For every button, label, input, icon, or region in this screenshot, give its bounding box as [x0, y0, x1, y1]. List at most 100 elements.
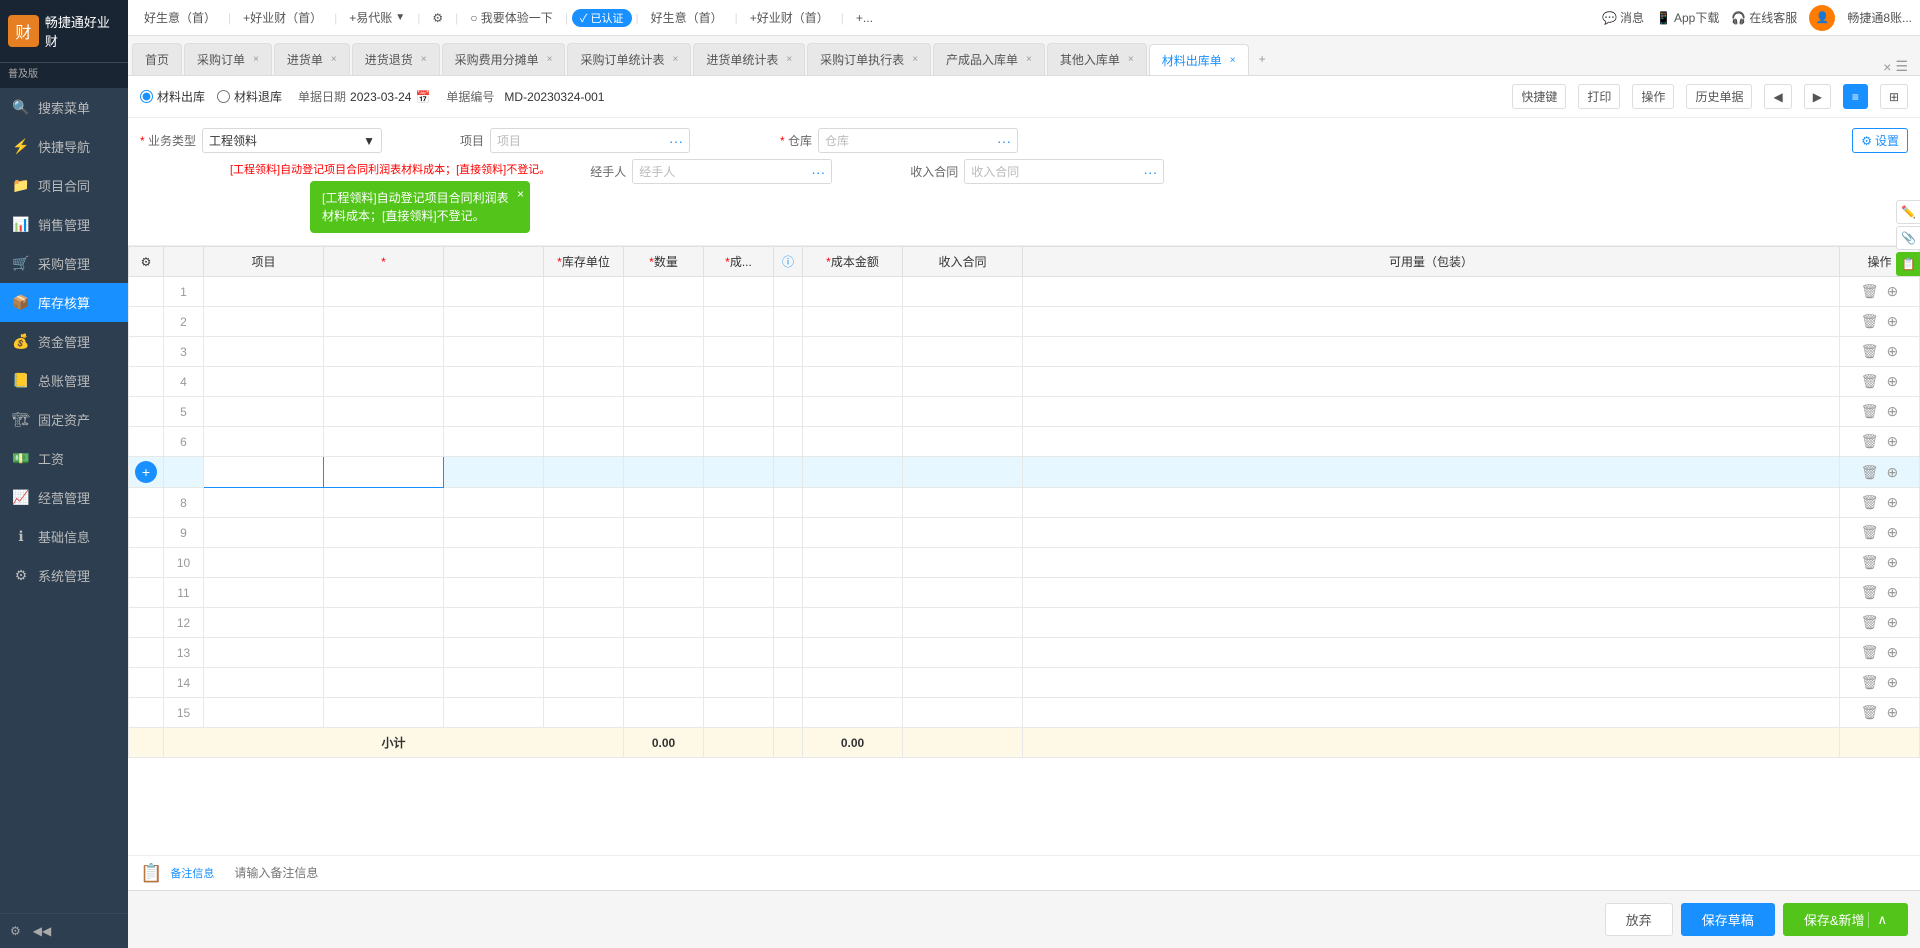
sidebar-item-inventory[interactable]: 📦 库存核算	[0, 283, 128, 322]
right-tool-green[interactable]: 📋	[1896, 252, 1920, 276]
tab-other-in[interactable]: 其他入库单 ×	[1047, 43, 1147, 75]
view2-btn[interactable]: ⊞	[1880, 84, 1908, 109]
delete-row-btn[interactable]: 🗑	[1857, 672, 1883, 693]
delete-row-btn[interactable]: 🗑	[1857, 431, 1883, 452]
sidebar-item-fixed-assets[interactable]: 🏗 固定资产	[0, 400, 128, 439]
sidebar-item-project-contract[interactable]: 📁 项目合同	[0, 166, 128, 205]
tab-close-all[interactable]: ×	[1883, 59, 1891, 75]
handler-dots-btn[interactable]: ···	[811, 164, 825, 180]
tab-menu[interactable]: ☰	[1895, 58, 1908, 75]
copy-row-btn[interactable]: ⊕	[1883, 311, 1903, 332]
nav-haoyecai2[interactable]: +好业财（首）	[742, 0, 837, 36]
right-tool-clip[interactable]: 📎	[1896, 226, 1920, 250]
delete-row-btn[interactable]: 🗑	[1857, 371, 1883, 392]
copy-row-btn[interactable]: ⊕	[1883, 371, 1903, 392]
business-type-select[interactable]: 工程领料 ▼	[202, 128, 382, 153]
project-input[interactable]: 项目 ···	[490, 128, 690, 153]
tab-material-out-close[interactable]: ×	[1230, 55, 1236, 66]
nav-yidaizhang[interactable]: +易代账 ▼	[341, 0, 413, 36]
copy-row-btn[interactable]: ⊕	[1883, 582, 1903, 603]
warehouse-dots-btn[interactable]: ···	[997, 133, 1011, 149]
nav-more[interactable]: +...	[848, 0, 881, 36]
delete-row-btn[interactable]: 🗑	[1857, 281, 1883, 302]
user-name[interactable]: 畅捷通8账...	[1847, 9, 1912, 26]
quick-key-btn[interactable]: 快捷键	[1512, 84, 1566, 109]
sidebar-item-finance[interactable]: 💰 资金管理	[0, 322, 128, 361]
tab-add-btn[interactable]: +	[1251, 43, 1274, 75]
sidebar-item-purchase[interactable]: 🛒 采购管理	[0, 244, 128, 283]
delete-row-btn[interactable]: 🗑	[1857, 522, 1883, 543]
app-download-btn[interactable]: 📱 App下载	[1656, 9, 1719, 26]
sidebar-item-accounting[interactable]: 📒 总账管理	[0, 361, 128, 400]
history-btn[interactable]: 历史单据	[1686, 84, 1752, 109]
copy-row-btn[interactable]: ⊕	[1883, 672, 1903, 693]
tab-purchase-expense[interactable]: 采购费用分摊单 ×	[442, 43, 566, 75]
sidebar-item-sales[interactable]: 📊 销售管理	[0, 205, 128, 244]
discard-btn[interactable]: 放弃	[1605, 903, 1673, 936]
sidebar-settings-icon[interactable]: ⚙	[10, 924, 21, 938]
view1-btn[interactable]: ≡	[1843, 84, 1868, 109]
tab-material-out[interactable]: 材料出库单 ×	[1149, 44, 1249, 76]
delete-row-btn[interactable]: 🗑	[1857, 612, 1883, 633]
tab-purchase-return[interactable]: 进货退货 ×	[352, 43, 440, 75]
prev-btn[interactable]: ◀	[1764, 84, 1791, 109]
right-tool-edit[interactable]: ✏️	[1896, 200, 1920, 224]
add-row-btn[interactable]: +	[135, 461, 157, 483]
sidebar-item-basic-info[interactable]: ℹ 基础信息	[0, 517, 128, 556]
nav-haoshengyi2[interactable]: 好生意（首）	[643, 0, 731, 36]
copy-row-btn[interactable]: ⊕	[1883, 702, 1903, 723]
sidebar-collapse-icon[interactable]: ◀◀	[33, 924, 51, 938]
col-header-settings[interactable]: ⚙	[129, 247, 164, 277]
notes-input[interactable]	[230, 862, 1908, 884]
copy-row-btn[interactable]: ⊕	[1883, 492, 1903, 513]
tab-in-stats[interactable]: 进货单统计表 ×	[693, 43, 805, 75]
nav-haoshengyi[interactable]: 好生意（首）	[136, 0, 224, 36]
tab-purchase-order[interactable]: 采购订单 ×	[184, 43, 272, 75]
sidebar-item-payroll[interactable]: 💵 工资	[0, 439, 128, 478]
tab-purchase-exec[interactable]: 采购订单执行表 ×	[807, 43, 931, 75]
delete-row-btn[interactable]: 🗑	[1857, 582, 1883, 603]
delete-row-btn[interactable]: 🗑	[1857, 642, 1883, 663]
copy-row-btn[interactable]: ⊕	[1883, 281, 1903, 302]
sidebar-item-system[interactable]: ⚙ 系统管理	[0, 556, 128, 595]
save-draft-btn[interactable]: 保存草稿	[1681, 903, 1775, 936]
copy-row-btn[interactable]: ⊕	[1883, 642, 1903, 663]
date-value[interactable]: 2023-03-24	[350, 90, 411, 104]
income-contract-input[interactable]: 收入合同 ···	[964, 159, 1164, 184]
delete-row-btn[interactable]: 🗑	[1857, 462, 1883, 483]
operation-btn[interactable]: 操作	[1632, 84, 1674, 109]
handler-input[interactable]: 经手人 ···	[632, 159, 832, 184]
copy-row-btn[interactable]: ⊕	[1883, 522, 1903, 543]
print-btn[interactable]: 打印	[1578, 84, 1620, 109]
delete-row-btn[interactable]: 🗑	[1857, 552, 1883, 573]
sidebar-item-quick-nav[interactable]: ⚡ 快捷导航	[0, 127, 128, 166]
tab-finished-goods[interactable]: 产成品入库单 ×	[933, 43, 1045, 75]
radio-material-out[interactable]: 材料出库	[140, 88, 205, 105]
copy-row-btn[interactable]: ⊕	[1883, 341, 1903, 362]
radio-material-return[interactable]: 材料退库	[217, 88, 282, 105]
delete-row-btn[interactable]: 🗑	[1857, 311, 1883, 332]
copy-row-btn[interactable]: ⊕	[1883, 612, 1903, 633]
message-btn[interactable]: 💬 消息	[1602, 9, 1644, 26]
sidebar-item-search[interactable]: 🔍 搜索菜单	[0, 88, 128, 127]
income-contract-dots-btn[interactable]: ···	[1143, 164, 1157, 180]
delete-row-btn[interactable]: 🗑	[1857, 492, 1883, 513]
calendar-icon[interactable]: 📅	[415, 90, 430, 104]
tab-purchase-in[interactable]: 进货单 ×	[274, 43, 350, 75]
tab-home[interactable]: 首页	[132, 43, 182, 75]
delete-row-btn[interactable]: 🗑	[1857, 401, 1883, 422]
delete-row-btn[interactable]: 🗑	[1857, 341, 1883, 362]
nav-haoyecai[interactable]: +好业财（首）	[235, 0, 330, 36]
project-dots-btn[interactable]: ···	[669, 133, 683, 149]
settings-btn[interactable]: ⚙ 设置	[1852, 128, 1908, 153]
nav-settings-icon[interactable]: ⚙	[424, 0, 451, 36]
online-service-btn[interactable]: 🎧 在线客服	[1731, 9, 1797, 26]
save-new-btn[interactable]: 保存&新增 ∧	[1783, 903, 1908, 936]
save-new-arrow[interactable]: ∧	[1868, 912, 1887, 928]
copy-row-btn[interactable]: ⊕	[1883, 401, 1903, 422]
next-btn[interactable]: ▶	[1804, 84, 1831, 109]
copy-row-btn[interactable]: ⊕	[1883, 462, 1903, 483]
avatar[interactable]: 👤	[1809, 5, 1835, 31]
delete-row-btn[interactable]: 🗑	[1857, 702, 1883, 723]
copy-row-btn[interactable]: ⊕	[1883, 552, 1903, 573]
